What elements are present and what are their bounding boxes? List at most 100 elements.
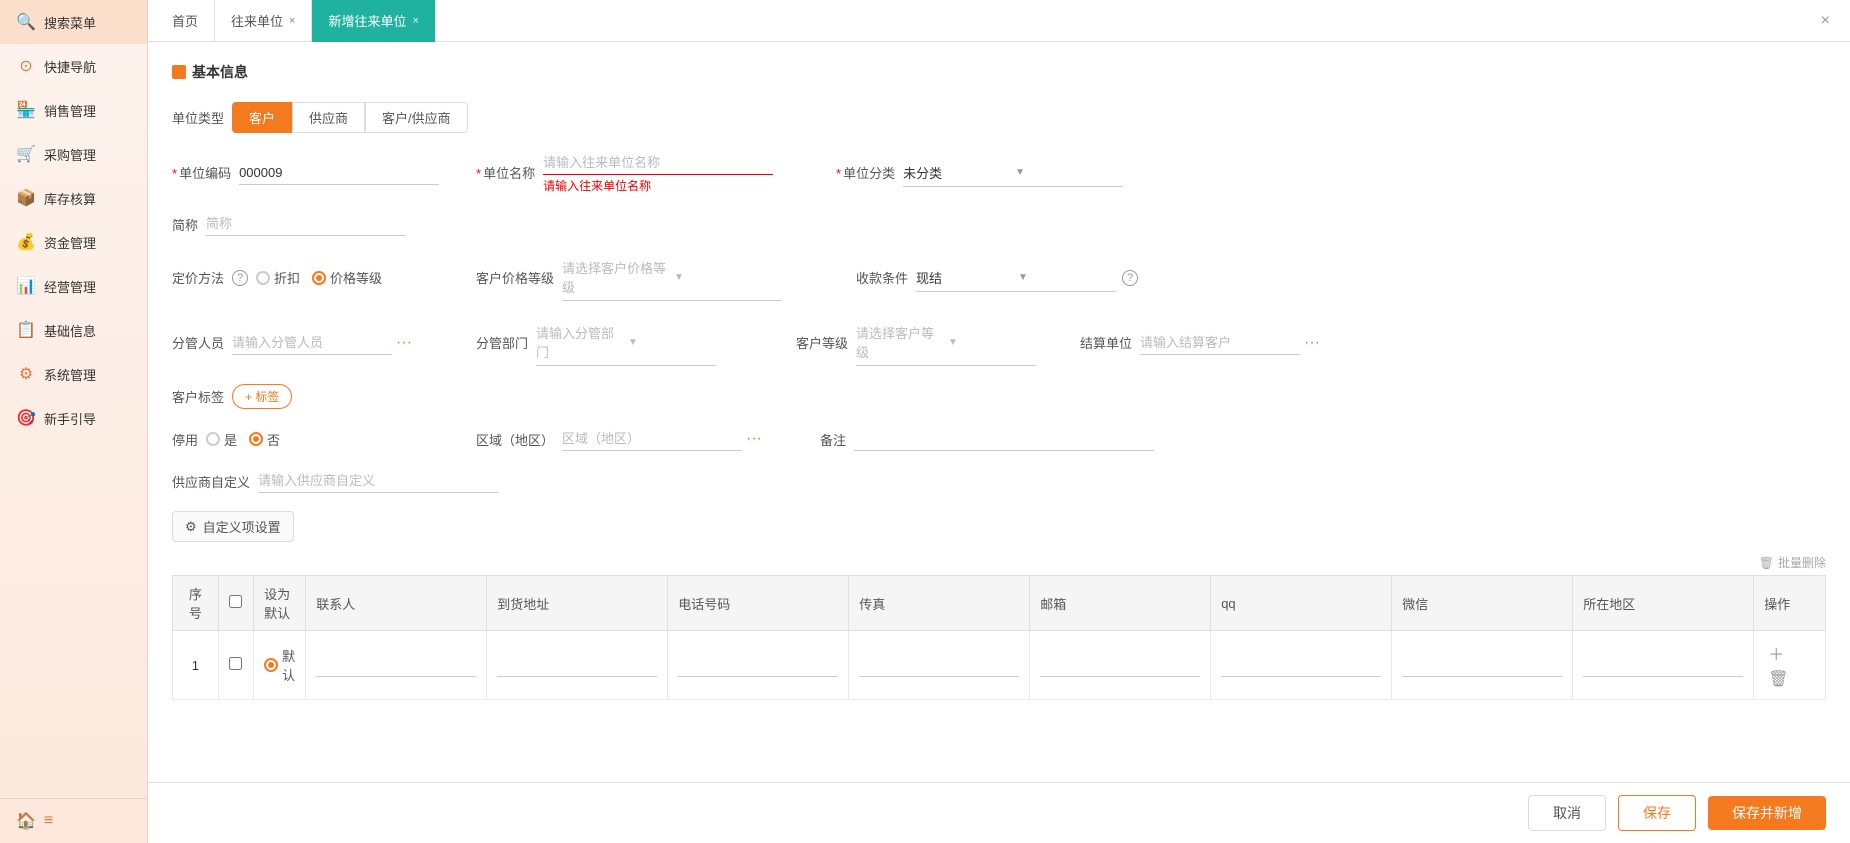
select-all-checkbox[interactable] [229,595,242,608]
unit-type-buttons: 客户 供应商 客户/供应商 [232,102,468,133]
sidebar-item-finance[interactable]: 💰 资金管理 [0,220,147,264]
customer-level-select[interactable]: 请选择客户等级 ▼ [856,319,1036,366]
save-new-button[interactable]: 保存并新增 [1708,796,1826,830]
radio-circle-yes [206,432,220,446]
pricing-radio-level[interactable]: 价格等级 [312,268,382,287]
name-error-text: 请输入往来单位名称 [543,177,773,194]
section-title-text: 基本信息 [192,62,248,82]
section-basic-info: 基本信息 [172,62,1826,82]
dept-placeholder: 请输入分管部门 [536,323,624,361]
pricing-label: 定价方法 [172,268,224,287]
name-input[interactable] [543,151,773,175]
sidebar-bottom: 🏠 ≡ [0,798,147,843]
tab-new-partner[interactable]: 新增往来单位 × [312,0,435,42]
action-bar: 取消 保存 保存并新增 [148,782,1850,843]
customer-price-label: 客户价格等级 [476,268,554,287]
sidebar-item-sales[interactable]: 🏪 销售管理 [0,88,147,132]
shortname-group: 简称 [172,212,452,236]
unit-type-label: 单位类型 [172,108,224,127]
row-checkbox[interactable] [229,657,242,670]
payment-help-icon[interactable]: ? [1122,270,1138,286]
batch-delete-label[interactable]: 批量删除 [1778,554,1826,571]
batch-delete-icon: 🗑 [1759,556,1774,570]
contact-table: 序号 设为默认 联系人 到货地址 电话号码 传真 邮箱 qq 微信 所在地区 操… [172,575,1826,700]
category-group: 单位分类 未分类 ▼ [836,159,1123,187]
type-btn-customer[interactable]: 客户 [232,102,292,133]
sidebar-item-guide[interactable]: 🎯 新手引导 [0,396,147,440]
settlement-more-btn[interactable]: ··· [1300,334,1324,352]
sidebar-item-search[interactable]: 🔍 搜索菜单 [0,0,147,44]
shortname-input[interactable] [206,212,406,236]
region-more-btn[interactable]: ··· [742,430,766,448]
contact-input[interactable] [316,653,476,677]
qq-input[interactable] [1221,653,1381,677]
row-delete-btn[interactable]: 🗑 [1764,667,1792,691]
manager-input[interactable] [232,331,392,355]
operations-icon: 📊 [16,276,36,296]
sidebar-item-inventory[interactable]: 📦 库存核算 [0,176,147,220]
sidebar-item-operations[interactable]: 📊 经营管理 [0,264,147,308]
wechat-input[interactable] [1402,653,1562,677]
pricing-help-icon[interactable]: ? [232,270,248,286]
window-close-button[interactable]: × [1809,12,1842,30]
customer-level-arrow: ▼ [948,337,1036,348]
sidebar: 🔍 搜索菜单 ⊙ 快捷导航 🏪 销售管理 🛒 采购管理 📦 库存核算 💰 资金管… [0,0,148,843]
address-input[interactable] [497,653,657,677]
sidebar-item-label: 采购管理 [44,145,96,164]
category-select[interactable]: 未分类 ▼ [903,159,1123,187]
tags-group: 客户标签 + 标签 [172,384,292,409]
disabled-radio-yes[interactable]: 是 [206,430,237,449]
code-label: 单位编码 [172,163,231,182]
row-wechat [1392,631,1573,700]
area-input[interactable] [1583,653,1743,677]
name-label: 单位名称 [476,163,535,182]
region-input[interactable] [562,427,742,451]
sidebar-item-label: 新手引导 [44,409,96,428]
type-btn-both[interactable]: 客户/供应商 [365,102,468,133]
home-icon: 🏠 [16,811,36,831]
supplier-custom-input[interactable] [258,469,498,493]
custom-settings-button[interactable]: ⚙ 自定义项设置 [172,511,294,542]
cancel-button[interactable]: 取消 [1528,795,1606,831]
th-area: 所在地区 [1573,576,1754,631]
add-tag-button[interactable]: + 标签 [232,384,292,409]
row-fax [849,631,1030,700]
tab-partners[interactable]: 往来单位 × [215,0,312,42]
settlement-input[interactable] [1140,331,1300,355]
custom-settings-label: 自定义项设置 [203,517,281,536]
category-arrow: ▼ [1015,167,1123,178]
basic-info-icon: 📋 [16,320,36,340]
disabled-radio-no[interactable]: 否 [249,430,280,449]
type-btn-supplier[interactable]: 供应商 [292,102,365,133]
code-name-row: 单位编码 单位名称 请输入往来单位名称 单位分类 未分类 ▼ [172,151,1826,194]
code-input[interactable] [239,161,439,185]
sidebar-item-purchase[interactable]: 🛒 采购管理 [0,132,147,176]
tab-home[interactable]: 首页 [156,0,215,42]
phone-input[interactable] [678,653,838,677]
pricing-radio-discount[interactable]: 折扣 [256,268,300,287]
tab-home-label: 首页 [172,11,198,30]
manager-more-btn[interactable]: ··· [392,334,416,352]
tab-new-partner-close[interactable]: × [412,15,418,27]
row-default-radio[interactable]: 默认 [264,646,295,684]
payment-select[interactable]: 现结 ▼ [916,264,1116,292]
disabled-group: 停用 是 否 [172,430,452,449]
dept-select[interactable]: 请输入分管部门 ▼ [536,319,716,366]
supplier-custom-group: 供应商自定义 [172,469,498,493]
settlement-label: 结算单位 [1080,333,1132,352]
sidebar-item-system[interactable]: ⚙ 系统管理 [0,352,147,396]
row-add-btn[interactable]: ＋ [1764,639,1788,667]
customer-price-select[interactable]: 请选择客户价格等级 ▼ [562,254,782,301]
sidebar-item-quick-nav[interactable]: ⊙ 快捷导航 [0,44,147,88]
radio-circle-discount [256,271,270,285]
save-button[interactable]: 保存 [1618,795,1696,831]
unit-type-row: 单位类型 客户 供应商 客户/供应商 [172,102,1826,133]
tab-partners-close[interactable]: × [289,15,295,27]
remark-input[interactable] [854,427,1154,451]
fax-input[interactable] [859,653,1019,677]
disabled-row: 停用 是 否 区域（地区） ··· 备注 [172,427,1826,451]
sidebar-item-basic-info[interactable]: 📋 基础信息 [0,308,147,352]
radio-circle-no [249,432,263,446]
email-input[interactable] [1040,653,1200,677]
supplier-custom-row: 供应商自定义 [172,469,1826,493]
